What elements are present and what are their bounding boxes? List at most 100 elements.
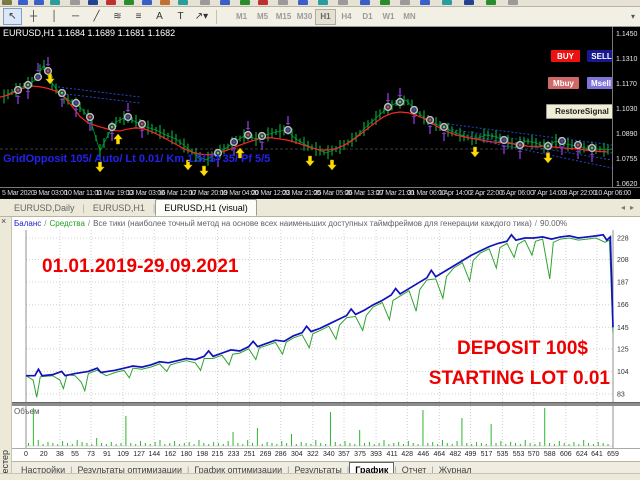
cropped-toolbar-icons <box>0 0 640 7</box>
trade-axis-label: 446 <box>417 451 430 458</box>
trade-axis-label: 304 <box>290 451 303 458</box>
volume-label: Объем <box>14 407 40 416</box>
price-scale: 1.1450 1.1310 1.1170 1.1030 1.0890 1.0755 1.06… <box>612 27 640 188</box>
trade-axis-label: 127 <box>133 451 145 458</box>
strategy-tester-panel: × Тестер Баланс / Средства / Все тики (н… <box>0 217 640 480</box>
chart-tab-0[interactable]: EURUSD,Daily <box>6 200 83 215</box>
trade-axis-label: 0 <box>24 451 28 458</box>
toolbar-icon-fragment <box>464 0 474 5</box>
timeframe-h4[interactable]: H4 <box>336 9 357 25</box>
text-tool-icon[interactable]: A <box>150 8 169 25</box>
price-chart-area[interactable]: EURUSD,H1 1.1684 1.1689 1.1681 1.1682 Gr… <box>0 27 640 199</box>
toolbar-icon-fragment <box>34 0 44 5</box>
tab-scroll-left-icon[interactable]: ◂ <box>621 203 625 212</box>
arrows-tool-icon[interactable]: ↗▾ <box>192 8 211 25</box>
restore-signal-button[interactable]: RestoreSignal <box>546 104 618 119</box>
toolbar-icon-fragment <box>298 0 308 5</box>
tab-scroll-right-icon[interactable]: ▸ <box>630 203 634 212</box>
toolbar-icon-fragment <box>240 0 250 5</box>
timeframe-d1[interactable]: D1 <box>357 9 378 25</box>
toolbar-icon-fragment <box>70 0 80 5</box>
timeframe-m15[interactable]: M15 <box>273 9 294 25</box>
timeframe-m30[interactable]: M30 <box>294 9 315 25</box>
trendline-tool-icon[interactable]: ╱ <box>87 8 106 25</box>
time-axis-label: 9 Mar 03:00 <box>33 190 68 197</box>
chart-tab-1[interactable]: EURUSD,H1 <box>85 200 153 215</box>
cursor-tool-icon[interactable]: ↖ <box>3 8 22 25</box>
timeframe-h1[interactable]: H1 <box>315 8 336 25</box>
trade-axis-label: 91 <box>103 451 111 458</box>
drawing-tools-group: ↖ ┼ │ ─ ╱ ≋ ≡ A T ↗▾ <box>2 8 212 25</box>
toolbar-icon-fragment <box>178 0 188 5</box>
time-axis-label: 7 Apr 14:00 <box>532 190 565 197</box>
timeframe-mn[interactable]: MN <box>399 9 420 25</box>
svg-text:208: 208 <box>617 257 629 264</box>
trade-axis-label: 322 <box>306 451 319 458</box>
channel-tool-icon[interactable]: ≡ <box>129 8 148 25</box>
ea-status-text: GridOpposit 105/ Auto/ Lt 0.01/ Km 1.5/ … <box>3 153 271 165</box>
toolbar-icon-fragment <box>220 0 230 5</box>
trade-axis-label: 570 <box>527 451 540 458</box>
toolbar-icon-fragment <box>2 0 12 5</box>
chart-tabs-group: EURUSD,Daily | EURUSD,H1 | EURUSD,H1 (visual… <box>6 199 257 216</box>
svg-text:145: 145 <box>617 325 629 332</box>
trade-axis-label: 109 <box>117 451 129 458</box>
trade-axis-label: 144 <box>148 451 161 458</box>
trade-axis-label: 641 <box>591 451 603 458</box>
time-axis-label: 5 Mar 2020 <box>2 190 35 197</box>
crosshair-tool-icon[interactable]: ┼ <box>24 8 43 25</box>
toolbar-icon-fragment <box>442 0 452 5</box>
text-label-tool-icon[interactable]: T <box>171 8 190 25</box>
svg-text:125: 125 <box>617 346 629 353</box>
tick-model-description: Все тики (наиболее точный метод на основ… <box>93 219 532 228</box>
chart-title: EURUSD,H1 1.1684 1.1689 1.1681 1.1682 <box>3 28 176 38</box>
svg-text:166: 166 <box>617 302 629 309</box>
price-scale-label: 1.1030 <box>616 106 638 113</box>
trade-axis-label: 269 <box>259 451 272 458</box>
metatrader-window: ↖ ┼ │ ─ ╱ ≋ ≡ A T ↗▾ M1 M5 M15 M30 H1 H4 D1 W1 MN ▾ EURUS… <box>0 0 640 480</box>
toolbar-icon-fragment <box>380 0 390 5</box>
equity-legend: Средства <box>49 219 85 228</box>
price-scale-label: 1.0890 <box>616 131 638 138</box>
timeframe-w1[interactable]: W1 <box>378 9 399 25</box>
trade-axis-label: 411 <box>386 451 398 458</box>
trade-axis-label: 286 <box>274 451 287 458</box>
toolbar-icon-fragment <box>50 0 60 5</box>
mbuy-button[interactable]: Mbuy <box>548 77 579 89</box>
trade-axis-label: 340 <box>323 451 335 458</box>
trade-axis-label: 659 <box>607 451 619 458</box>
close-tester-button[interactable]: × <box>1 217 6 226</box>
volume-canvas <box>25 406 614 448</box>
msell-button[interactable]: Msell <box>587 77 615 89</box>
timeframe-m5[interactable]: M5 <box>252 9 273 25</box>
toolbar-icon-fragment <box>318 0 328 5</box>
svg-text:83: 83 <box>617 392 625 399</box>
horizontal-line-tool-icon[interactable]: ─ <box>66 8 85 25</box>
trade-axis-label: 482 <box>449 451 462 458</box>
svg-text:104: 104 <box>617 369 629 376</box>
vertical-line-tool-icon[interactable]: │ <box>45 8 64 25</box>
buy-button[interactable]: BUY <box>551 50 580 62</box>
toolbar-icon-fragment <box>124 0 134 5</box>
time-axis-label: 2 Apr 22:00 <box>470 190 503 197</box>
timeframe-m1[interactable]: M1 <box>231 9 252 25</box>
trade-axis-label: 251 <box>243 451 256 458</box>
time-axis-label: 1 Apr 14:00 <box>438 190 472 197</box>
chart-tab-2[interactable]: EURUSD,H1 (visual) <box>155 199 257 216</box>
trade-axis-label: 499 <box>464 451 477 458</box>
toolbar-icon-fragment <box>420 0 430 5</box>
price-scale-label: 1.1310 <box>616 56 638 63</box>
trade-axis-label: 428 <box>401 451 414 458</box>
toolbar-icon-fragment <box>258 0 268 5</box>
toolbar-icon-fragment <box>106 0 116 5</box>
toolbar-icon-fragment <box>160 0 170 5</box>
toolbar-overflow-icon[interactable]: ▾ <box>631 12 638 21</box>
trade-axis-label: 375 <box>354 451 366 458</box>
trade-axis-label: 180 <box>180 451 193 458</box>
price-scale-label: 1.1450 <box>616 31 638 38</box>
toolbar-icon-fragment <box>18 0 28 5</box>
time-axis: 5 Mar 2020 9 Mar 03:00 10 Mar 11:00 11 Mar … <box>0 187 640 199</box>
time-axis-label: 10 Apr 06:00 <box>594 190 631 197</box>
fibonacci-tool-icon[interactable]: ≋ <box>108 8 127 25</box>
trade-axis-label: 73 <box>87 451 95 458</box>
